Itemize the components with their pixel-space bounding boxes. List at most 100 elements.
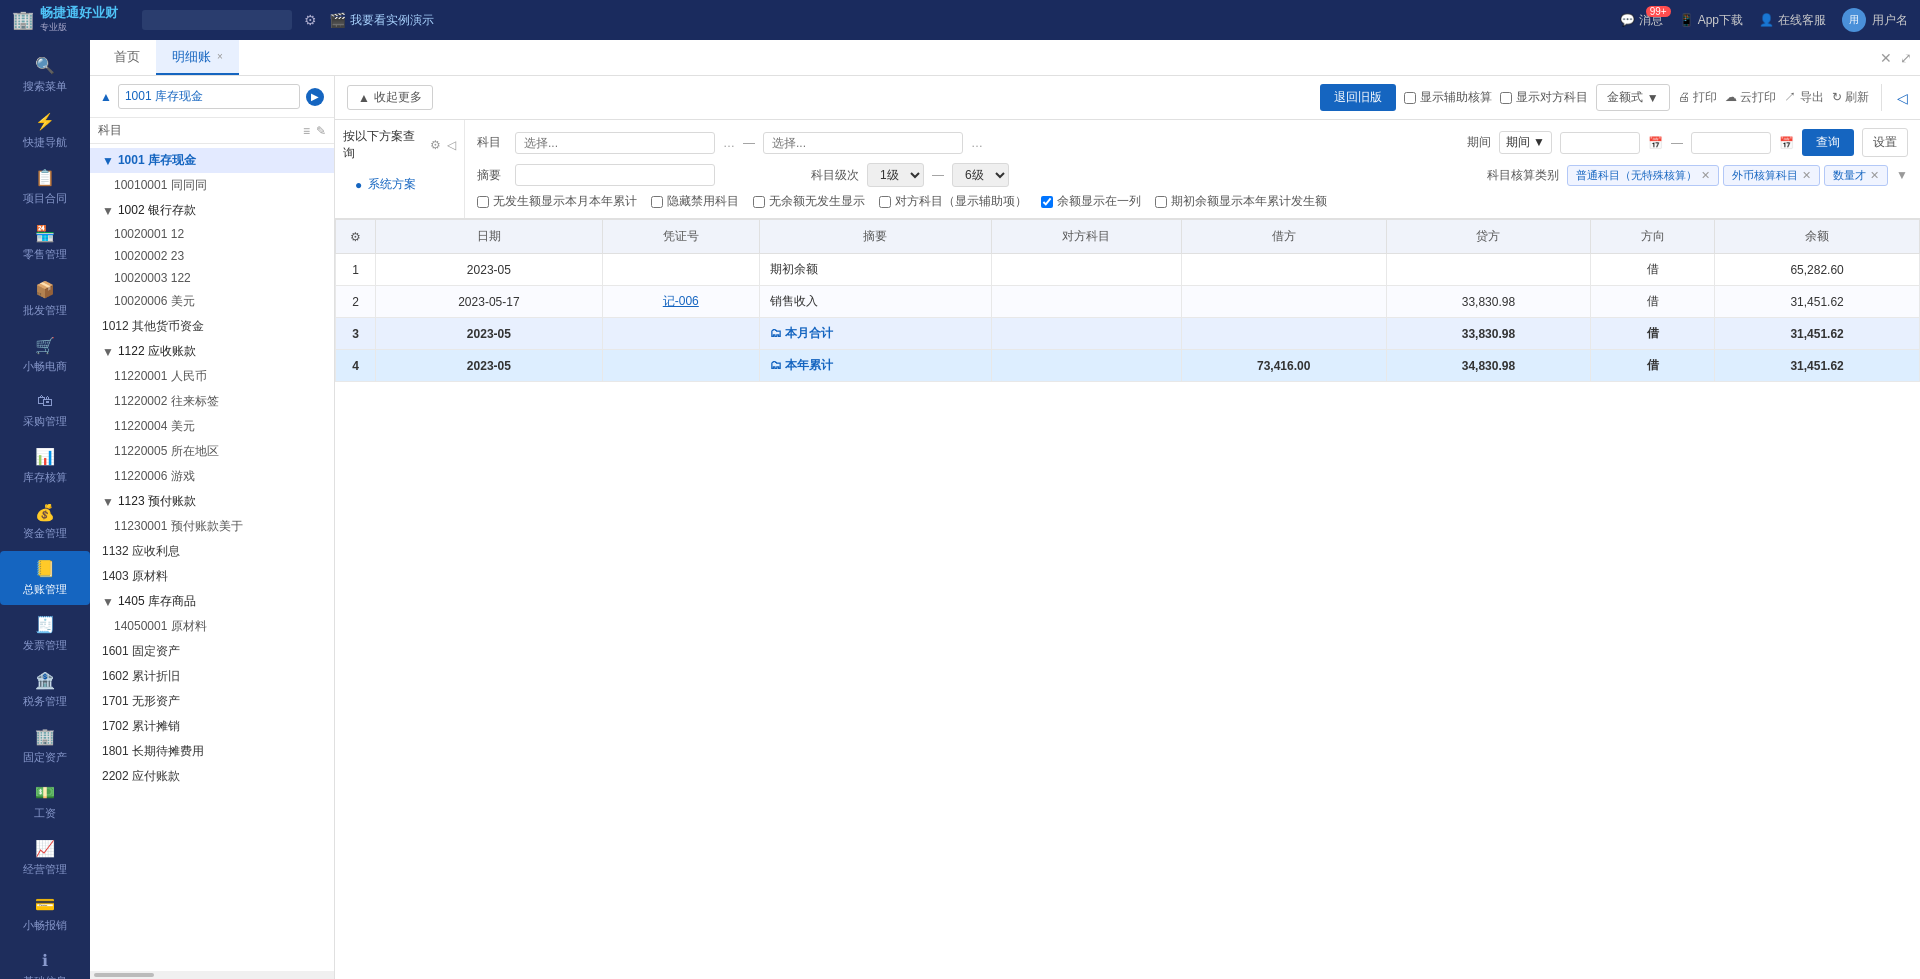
online-service-btn[interactable]: 👤 在线客服	[1759, 12, 1826, 29]
period-from[interactable]: 2023-05	[1560, 132, 1640, 154]
subject-input[interactable]	[515, 132, 715, 154]
sidebar-item-expense[interactable]: 💳 小畅报销	[0, 887, 90, 941]
tag-foreign-close[interactable]: ✕	[1802, 169, 1811, 182]
sidebar-item-wholesale[interactable]: 📦 批发管理	[0, 272, 90, 326]
sidebar-item-tax[interactable]: 🏦 税务管理	[0, 663, 90, 717]
collapse-more-btn[interactable]: ▲ 收起更多	[347, 85, 433, 110]
demo-link[interactable]: 🎬 我要看实例演示	[329, 12, 434, 29]
tree-item-11220004[interactable]: 11220004 美元	[90, 414, 334, 439]
tree-item-10020002[interactable]: 10020002 23	[90, 245, 334, 267]
tree-item-1602[interactable]: 1602 累计折旧	[90, 664, 334, 689]
tree-item-1002[interactable]: ▼ 1002 银行存款	[90, 198, 334, 223]
sidebar-item-assets[interactable]: 🏢 固定资产	[0, 719, 90, 773]
app-download-btn[interactable]: 📱 App下载	[1679, 12, 1743, 29]
tree-item-1132[interactable]: 1132 应收利息	[90, 539, 334, 564]
message-btn[interactable]: 💬 消息 99+	[1620, 12, 1663, 29]
period-dropdown[interactable]: 期间 ▼	[1499, 131, 1552, 154]
export-btn[interactable]: ↗ 导出	[1784, 89, 1823, 106]
sidebar-item-purchase[interactable]: 🛍 采购管理	[0, 384, 90, 437]
tree-item-11230001[interactable]: 11230001 预付账款美于	[90, 514, 334, 539]
settings-icon[interactable]: ⚙	[304, 12, 317, 28]
level-to-select[interactable]: 6级5级4级	[952, 163, 1009, 187]
cell-credit: 33,830.98	[1386, 286, 1591, 318]
period-calendar-icon1[interactable]: 📅	[1648, 136, 1663, 150]
tree-item-11220001[interactable]: 11220001 人民币	[90, 364, 334, 389]
tree-item-1405[interactable]: ▼ 1405 库存商品	[90, 589, 334, 614]
cb-contra-input[interactable]	[879, 196, 891, 208]
return-old-btn[interactable]: 退回旧版	[1320, 84, 1396, 111]
cb-balance-col-input[interactable]	[1041, 196, 1053, 208]
summary-input[interactable]	[515, 164, 715, 186]
tab-detail[interactable]: 明细账 ×	[156, 40, 239, 75]
tree-item-1001[interactable]: ▼ 1001 库存现金	[90, 148, 334, 173]
user-area[interactable]: 用 用户名	[1842, 8, 1908, 32]
settings-icon[interactable]: ⚙	[430, 138, 441, 152]
account-nav-btn[interactable]: ▶	[306, 88, 324, 106]
period-calendar-icon2[interactable]: 📅	[1779, 136, 1794, 150]
sidebar-item-search[interactable]: 🔍 搜索菜单	[0, 48, 90, 102]
sidebar-item-invoice[interactable]: 🧾 发票管理	[0, 607, 90, 661]
tree-item-1123[interactable]: ▼ 1123 预付账款	[90, 489, 334, 514]
sidebar-item-retail[interactable]: 🏪 零售管理	[0, 216, 90, 270]
tree-item-10020001[interactable]: 10020001 12	[90, 223, 334, 245]
calc-type-dropdown[interactable]: ▼	[1896, 168, 1908, 182]
cb-no-balance-input[interactable]	[753, 196, 765, 208]
tree-item-1701[interactable]: 1701 无形资产	[90, 689, 334, 714]
tree-item-1122[interactable]: ▼ 1122 应收账款	[90, 339, 334, 364]
sidebar-item-ledger[interactable]: 📒 总账管理	[0, 551, 90, 605]
tab-expand-btn[interactable]: ⤢	[1900, 50, 1912, 66]
sidebar-item-basic[interactable]: ℹ 基础信息	[0, 943, 90, 979]
tree-item-1702[interactable]: 1702 累计摊销	[90, 714, 334, 739]
cb-hide-disabled-input[interactable]	[651, 196, 663, 208]
edit-icon[interactable]: ✎	[316, 124, 326, 138]
tab-close-btn[interactable]: ✕	[1880, 50, 1892, 66]
tree-item-11220002[interactable]: 11220002 往来标签	[90, 389, 334, 414]
tree-item-14050001[interactable]: 14050001 原材料	[90, 614, 334, 639]
cb-show-ytd-input[interactable]	[1155, 196, 1167, 208]
sidebar-item-ecommerce[interactable]: 🛒 小畅电商	[0, 328, 90, 382]
voucher-link[interactable]: 记-006	[663, 294, 699, 308]
tag-quantity-close[interactable]: ✕	[1870, 169, 1879, 182]
list-icon[interactable]: ≡	[303, 124, 310, 138]
tree-item-1601[interactable]: 1601 固定资产	[90, 639, 334, 664]
horizontal-scrollbar[interactable]	[90, 971, 334, 979]
settings-btn[interactable]: 设置	[1862, 128, 1908, 157]
level-from-select[interactable]: 1级2级3级	[867, 163, 924, 187]
refresh-btn[interactable]: ↻ 刷新	[1832, 89, 1869, 106]
cloud-print-btn[interactable]: ☁ 云打印	[1725, 89, 1776, 106]
tree-item-1801[interactable]: 1801 长期待摊费用	[90, 739, 334, 764]
sidebar-item-inventory[interactable]: 📊 库存核算	[0, 439, 90, 493]
tree-item-1403[interactable]: 1403 原材料	[90, 564, 334, 589]
sidebar-item-project[interactable]: 📋 项目合同	[0, 160, 90, 214]
tree-item-10020003[interactable]: 10020003 122	[90, 267, 334, 289]
top-search-input[interactable]	[142, 10, 292, 30]
account-selector[interactable]: 1001 库存现金	[118, 84, 300, 109]
subject-input2[interactable]	[763, 132, 963, 154]
sidebar-item-salary[interactable]: 💵 工资	[0, 775, 90, 829]
collapse-left-icon[interactable]: ◁	[447, 138, 456, 152]
period-to[interactable]: 2023-05	[1691, 132, 1771, 154]
tree-item-1012[interactable]: 1012 其他货币资金	[90, 314, 334, 339]
tree-item-2202[interactable]: 2202 应付账款	[90, 764, 334, 789]
show-contra-checkbox[interactable]	[1500, 92, 1512, 104]
col-settings[interactable]: ⚙	[336, 220, 376, 254]
sidebar-item-operation[interactable]: 📈 经营管理	[0, 831, 90, 885]
print-btn[interactable]: 🖨 打印	[1678, 89, 1717, 106]
cell-date: 2023-05	[376, 350, 603, 382]
scheme-system[interactable]: ● 系统方案	[343, 168, 456, 201]
tree-item-10010001[interactable]: 10010001 同同同	[90, 173, 334, 198]
gear-col-icon[interactable]: ⚙	[350, 230, 361, 244]
tree-item-11220005[interactable]: 11220005 所在地区	[90, 439, 334, 464]
show-helper-checkbox[interactable]	[1404, 92, 1416, 104]
sidebar-item-shortcut[interactable]: ⚡ 快捷导航	[0, 104, 90, 158]
tree-item-11220006[interactable]: 11220006 游戏	[90, 464, 334, 489]
tag-normal-close[interactable]: ✕	[1701, 169, 1710, 182]
tab-home[interactable]: 首页	[98, 40, 156, 75]
sidebar-item-capital[interactable]: 💰 资金管理	[0, 495, 90, 549]
query-btn[interactable]: 查询	[1802, 129, 1854, 156]
tree-item-10020006[interactable]: 10020006 美元	[90, 289, 334, 314]
cb-no-occur-input[interactable]	[477, 196, 489, 208]
right-panel-toggle[interactable]: ◁	[1897, 90, 1908, 106]
style-btn[interactable]: 金额式 ▼	[1596, 84, 1670, 111]
tab-close-icon[interactable]: ×	[217, 51, 223, 62]
